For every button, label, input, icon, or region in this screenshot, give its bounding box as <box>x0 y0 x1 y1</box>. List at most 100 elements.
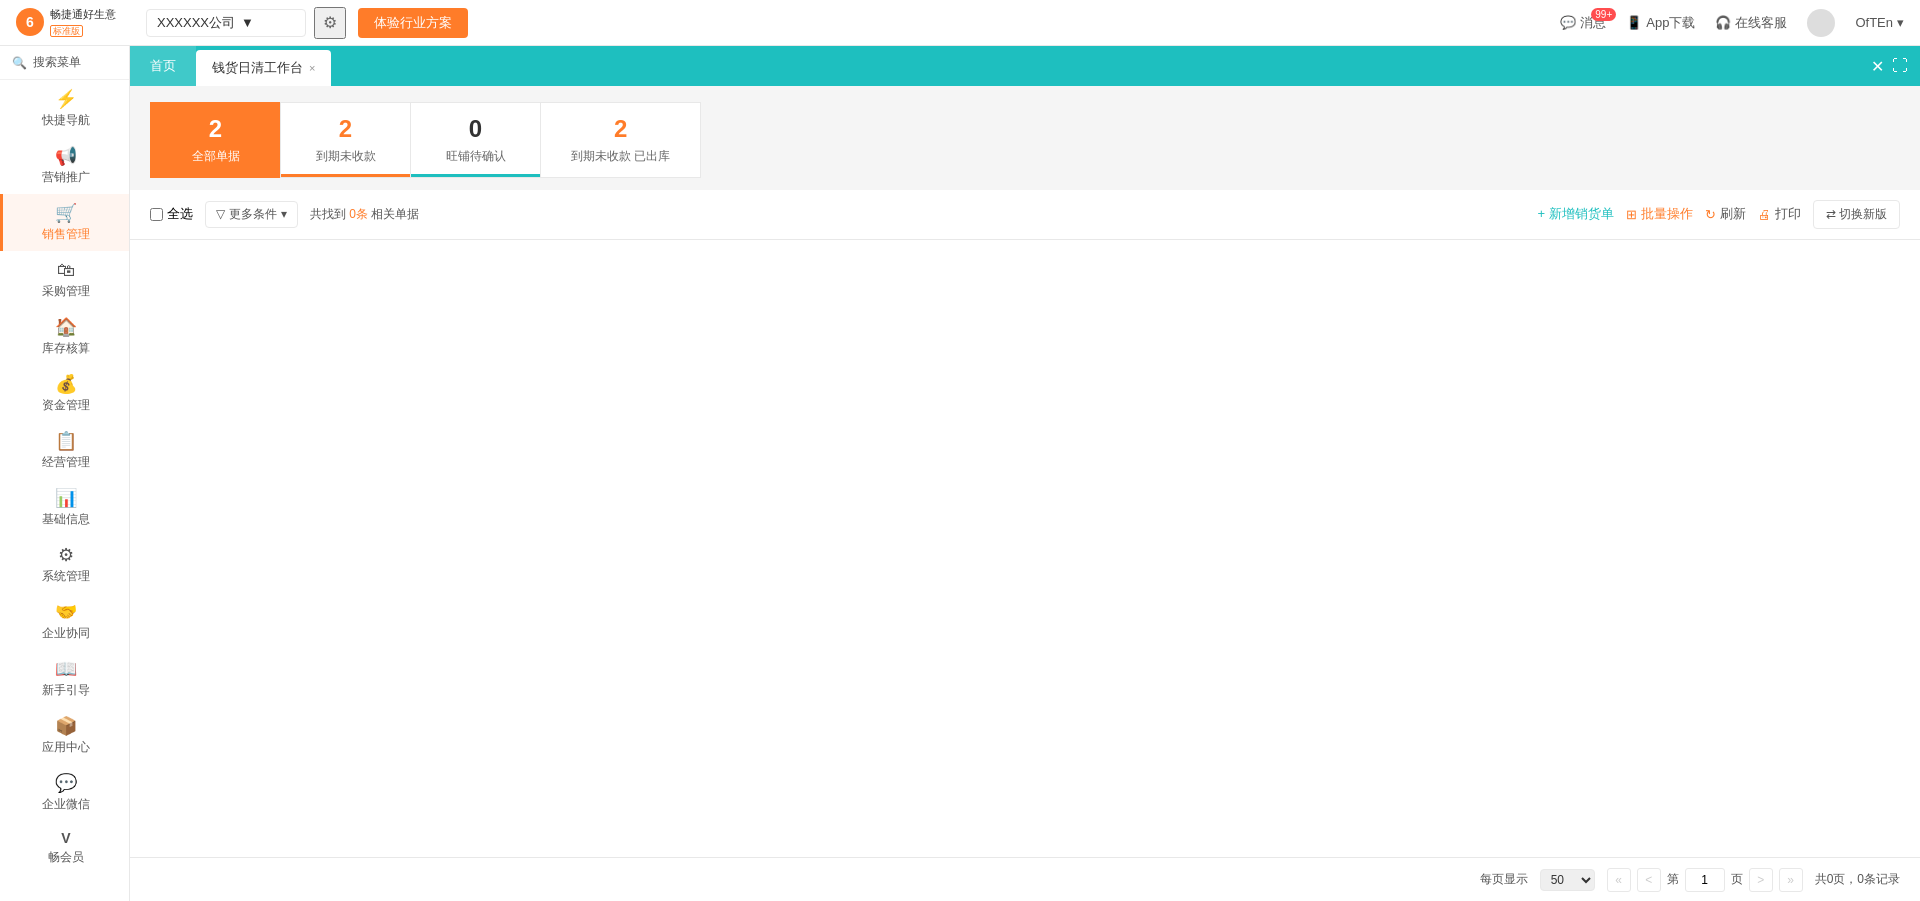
user-chevron-icon: ▾ <box>1897 15 1904 30</box>
card-all-orders[interactable]: 2 全部单据 <box>150 102 280 178</box>
header-right: 💬 消息 99+ 📱 App下载 🎧 在线客服 OfTEn ▾ <box>1560 9 1904 37</box>
download-icon: 📱 <box>1626 15 1642 30</box>
sidebar-item-label: 库存核算 <box>42 340 90 357</box>
batch-label: 批量操作 <box>1641 205 1693 223</box>
close-tab-button[interactable]: ✕ <box>1871 57 1884 76</box>
gear-icon: ⚙ <box>323 13 337 32</box>
print-label: 打印 <box>1775 205 1801 223</box>
tab-workbench[interactable]: 钱货日清工作台 × <box>196 50 331 86</box>
card-underline <box>281 174 410 177</box>
page-size-select[interactable]: 50 20 100 <box>1540 869 1595 891</box>
sidebar-item-enterprise[interactable]: 🤝 企业协同 <box>0 593 129 650</box>
top-header: 6 畅捷通好生意 标准版 XXXXXX公司 ▼ ⚙ 体验行业方案 💬 消息 99… <box>0 0 1920 46</box>
sidebar-item-label: 企业协同 <box>42 625 90 642</box>
sidebar-item-quick-nav[interactable]: ⚡ 快捷导航 <box>0 80 129 137</box>
found-prefix: 共找到 <box>310 207 346 221</box>
page-content: 2 全部单据 2 到期未收款 0 旺铺待确认 2 到期未收款 已出库 <box>130 86 1920 901</box>
toolbar-right: + 新增销货单 ⊞ 批量操作 ↻ 刷新 🖨 打印 ⇄ <box>1537 200 1900 229</box>
search-menu-label: 搜索菜单 <box>33 54 81 71</box>
sidebar-item-marketing[interactable]: 📢 营销推广 <box>0 137 129 194</box>
sidebar-item-label: 应用中心 <box>42 739 90 756</box>
logo-area: 6 畅捷通好生意 标准版 <box>16 7 146 37</box>
avatar[interactable] <box>1807 9 1835 37</box>
print-button[interactable]: 🖨 打印 <box>1758 205 1801 223</box>
sidebar-item-label: 采购管理 <box>42 283 90 300</box>
sidebar-item-inventory[interactable]: 🏠 库存核算 <box>0 308 129 365</box>
chevron-down-icon: ▼ <box>241 15 254 30</box>
online-service-button[interactable]: 🎧 在线客服 <box>1715 14 1787 32</box>
sidebar-item-operations[interactable]: 📋 经营管理 <box>0 422 129 479</box>
app-download-button[interactable]: 📱 App下载 <box>1626 14 1695 32</box>
refresh-button[interactable]: ↻ 刷新 <box>1705 205 1746 223</box>
total-text: 共0页，0条记录 <box>1815 871 1900 888</box>
sidebar-item-guide[interactable]: 📖 新手引导 <box>0 650 129 707</box>
company-selector[interactable]: XXXXXX公司 ▼ <box>146 9 306 37</box>
card-overdue-shipped-label: 到期未收款 已出库 <box>571 148 670 165</box>
card-wangpu-pending[interactable]: 0 旺铺待确认 <box>410 102 540 178</box>
basicinfo-icon: 📊 <box>55 489 77 507</box>
settings-button[interactable]: ⚙ <box>314 7 346 39</box>
summary-cards: 2 全部单据 2 到期未收款 0 旺铺待确认 2 到期未收款 已出库 <box>130 86 1920 178</box>
app-download-label: App下载 <box>1646 14 1695 32</box>
username-area[interactable]: OfTEn ▾ <box>1855 15 1904 30</box>
found-count: 0条 <box>349 207 368 221</box>
tab-home-label: 首页 <box>150 57 176 75</box>
tab-controls: ✕ ⛶ <box>1859 46 1920 86</box>
tab-close-icon[interactable]: × <box>309 62 315 74</box>
card-all-orders-number: 2 <box>209 115 222 144</box>
enterprise-icon: 🤝 <box>55 603 77 621</box>
select-all-checkbox[interactable] <box>150 208 163 221</box>
try-industry-button[interactable]: 体验行业方案 <box>358 8 468 38</box>
wechat-icon: 💬 <box>55 774 77 792</box>
main-layout: 🔍 搜索菜单 ⚡ 快捷导航 📢 营销推广 🛒 销售管理 🛍 采购管理 🏠 库存核… <box>0 46 1920 901</box>
tab-home[interactable]: 首页 <box>130 46 196 86</box>
card-overdue-uncollected[interactable]: 2 到期未收款 <box>280 102 410 178</box>
page-input[interactable] <box>1685 868 1725 892</box>
more-filter-button[interactable]: ▽ 更多条件 ▾ <box>205 201 298 228</box>
page-footer: 每页显示 50 20 100 « < 第 页 > » 共0页，0条记录 <box>130 857 1920 901</box>
sidebar-item-finance[interactable]: 💰 资金管理 <box>0 365 129 422</box>
last-page-button[interactable]: » <box>1779 868 1803 892</box>
sidebar-item-sales[interactable]: 🛒 销售管理 <box>0 194 129 251</box>
card-overdue-label: 到期未收款 <box>316 148 376 165</box>
sidebar-item-purchase[interactable]: 🛍 采购管理 <box>0 251 129 308</box>
card-underline <box>411 174 540 177</box>
next-page-button[interactable]: > <box>1749 868 1773 892</box>
finance-icon: 💰 <box>55 375 77 393</box>
app-center-icon: 📦 <box>55 717 77 735</box>
page-label: 第 <box>1667 871 1679 888</box>
sidebar-item-app-center[interactable]: 📦 应用中心 <box>0 707 129 764</box>
first-page-button[interactable]: « <box>1607 868 1631 892</box>
filter-label: 更多条件 <box>229 206 277 223</box>
search-menu-item[interactable]: 🔍 搜索菜单 <box>0 46 129 80</box>
username-text: OfTEn <box>1855 15 1893 30</box>
add-order-button[interactable]: + 新增销货单 <box>1537 205 1613 223</box>
sidebar-item-system[interactable]: ⚙ 系统管理 <box>0 536 129 593</box>
sidebar-item-label: 畅会员 <box>48 849 84 866</box>
online-service-label: 在线客服 <box>1735 14 1787 32</box>
expand-tab-button[interactable]: ⛶ <box>1892 57 1908 75</box>
card-overdue-number: 2 <box>339 115 352 144</box>
sidebar-item-label: 资金管理 <box>42 397 90 414</box>
filter-chevron-icon: ▾ <box>281 207 287 221</box>
messages-button[interactable]: 💬 消息 99+ <box>1560 14 1606 32</box>
switch-version-button[interactable]: ⇄ 切换新版 <box>1813 200 1900 229</box>
company-name: XXXXXX公司 <box>157 14 235 32</box>
purchase-icon: 🛍 <box>57 261 75 279</box>
prev-page-button[interactable]: < <box>1637 868 1661 892</box>
card-overdue-shipped[interactable]: 2 到期未收款 已出库 <box>540 102 701 178</box>
sidebar-item-basic-info[interactable]: 📊 基础信息 <box>0 479 129 536</box>
member-icon: V <box>61 831 70 845</box>
sidebar-item-member[interactable]: V 畅会员 <box>0 821 129 874</box>
filter-icon: ▽ <box>216 207 225 221</box>
select-all-label: 全选 <box>167 205 193 223</box>
sidebar-item-label: 系统管理 <box>42 568 90 585</box>
print-icon: 🖨 <box>1758 207 1771 222</box>
select-all-area[interactable]: 全选 <box>150 205 193 223</box>
page-size-label: 每页显示 <box>1480 871 1528 888</box>
sidebar-item-label: 新手引导 <box>42 682 90 699</box>
sidebar-item-label: 营销推广 <box>42 169 90 186</box>
batch-operation-button[interactable]: ⊞ 批量操作 <box>1626 205 1693 223</box>
sidebar-item-wechat[interactable]: 💬 企业微信 <box>0 764 129 821</box>
lightning-icon: ⚡ <box>55 90 77 108</box>
